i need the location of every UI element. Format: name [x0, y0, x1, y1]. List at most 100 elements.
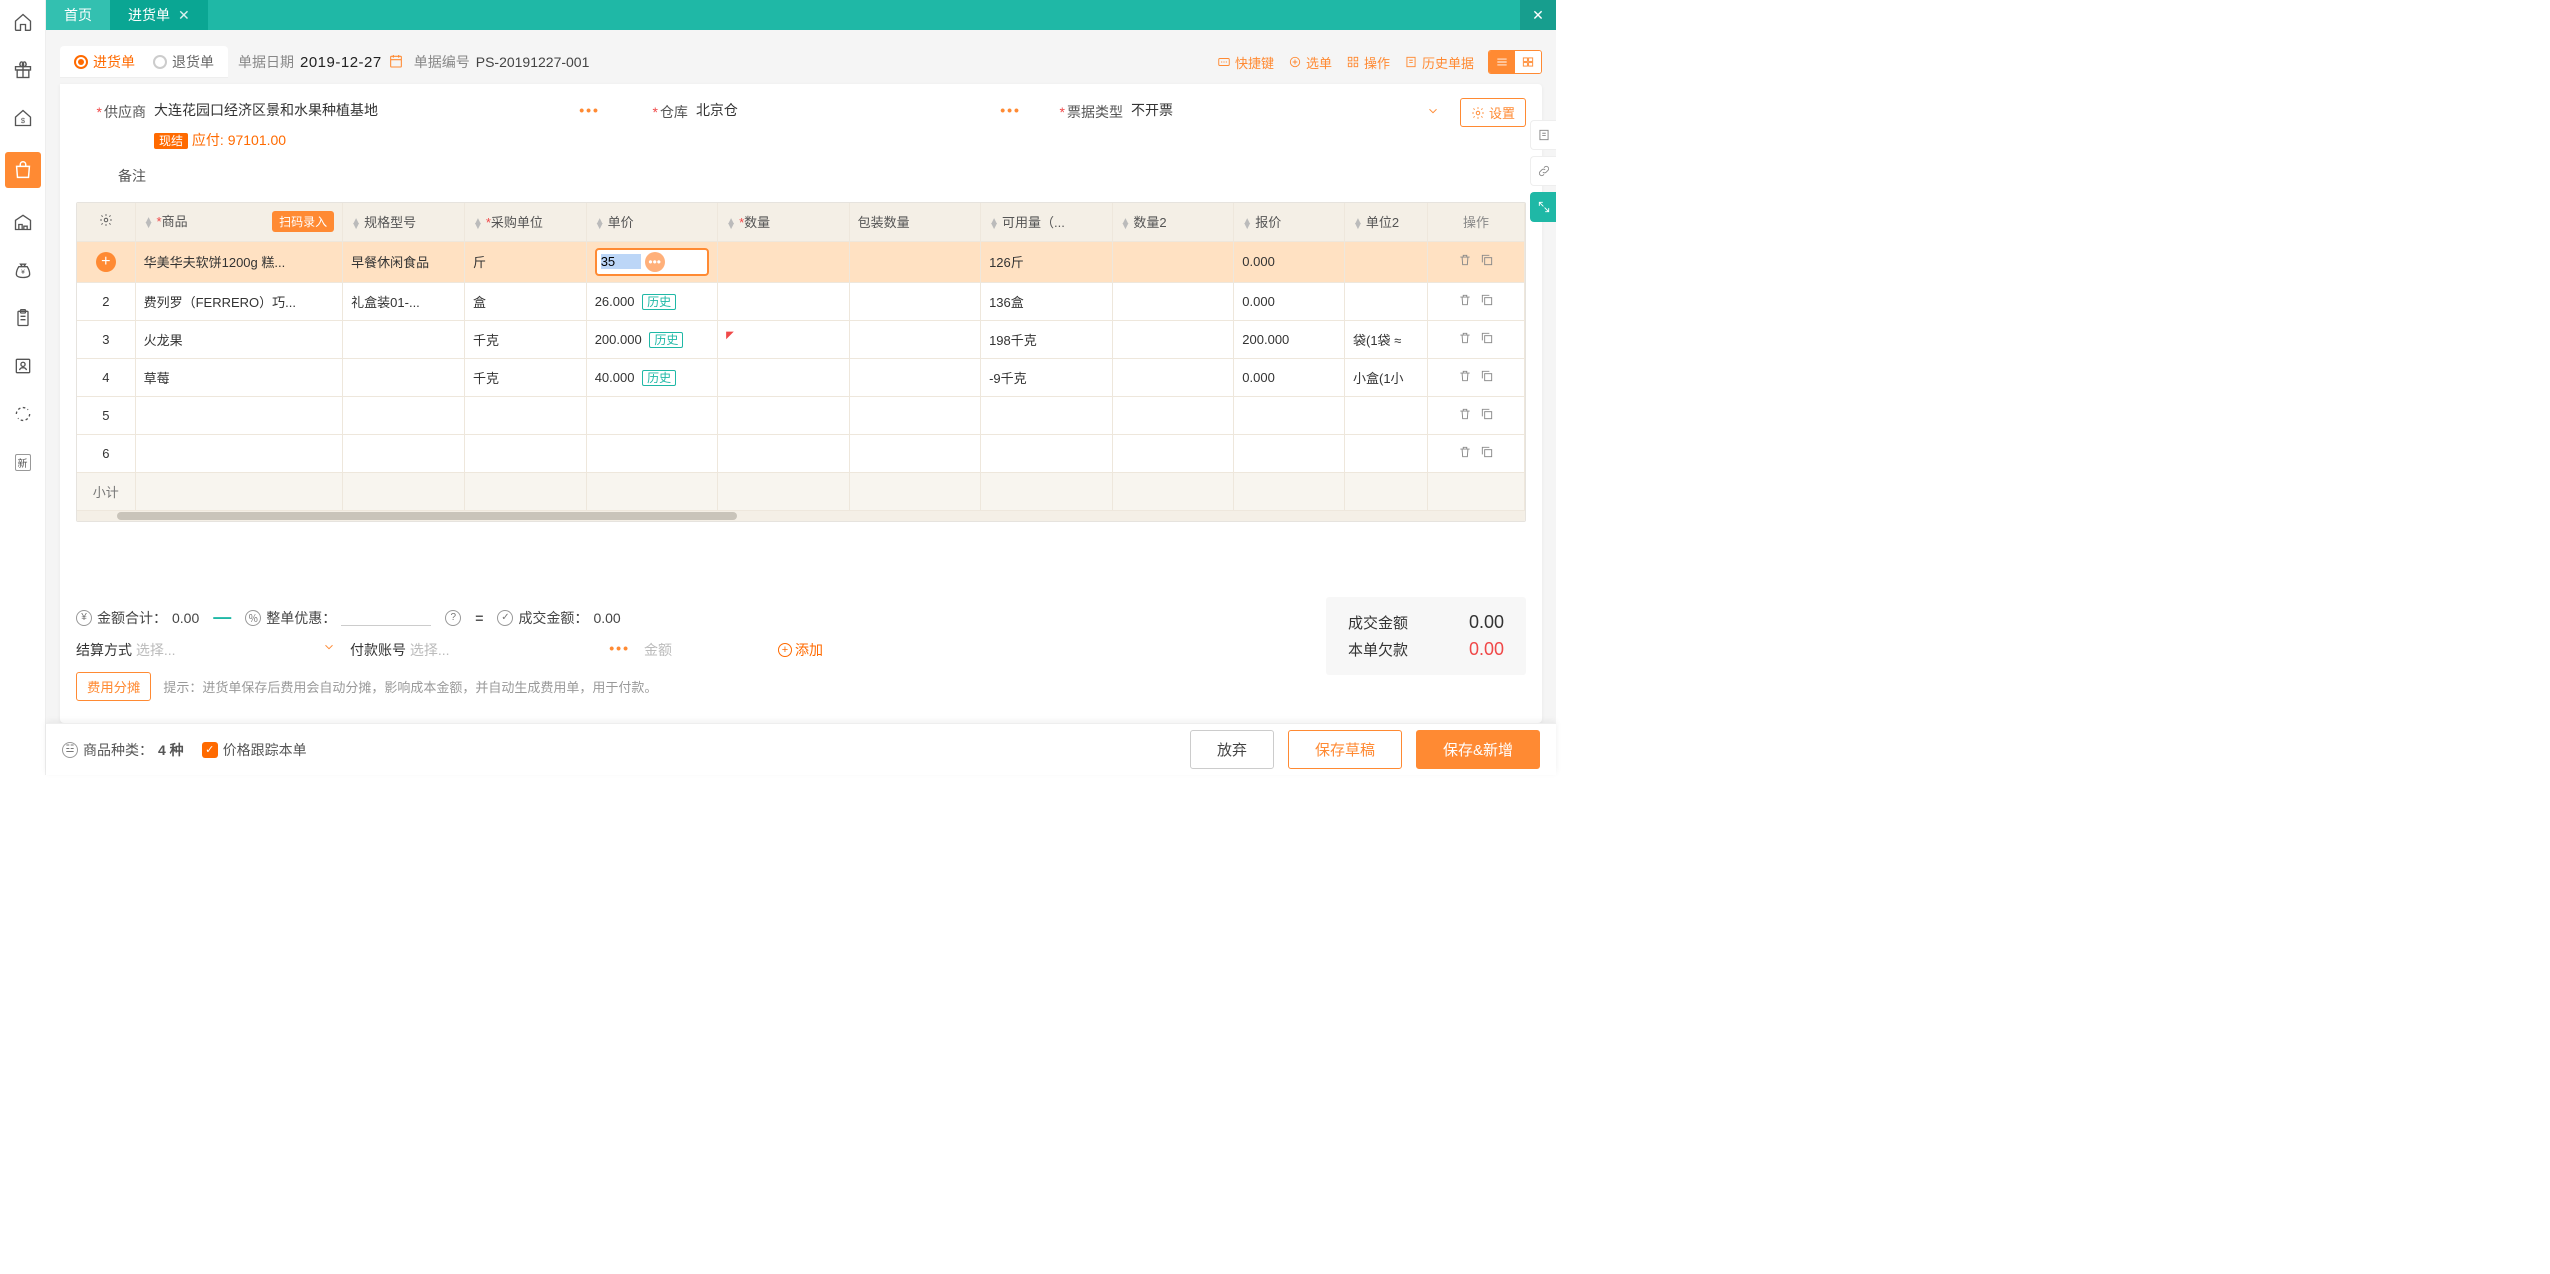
- delete-row-icon[interactable]: [1458, 371, 1472, 386]
- col-product[interactable]: ▲▼*商品扫码录入: [135, 203, 343, 241]
- copy-row-icon[interactable]: [1480, 447, 1494, 462]
- table-row[interactable]: 5: [77, 396, 1525, 434]
- table-row[interactable]: 2费列罗（FERRERO）巧...礼盒装01-...盒26.000 历史136盒…: [77, 282, 1525, 320]
- col-qty[interactable]: ▲▼*数量: [718, 203, 849, 241]
- horizontal-scrollbar[interactable]: [77, 511, 1525, 521]
- history-button[interactable]: 历史单据: [1404, 53, 1474, 72]
- col-unit[interactable]: ▲▼*采购单位: [464, 203, 586, 241]
- close-icon[interactable]: ✕: [178, 7, 190, 24]
- save-new-button[interactable]: 保存&新增: [1416, 730, 1540, 769]
- settings-button[interactable]: 设置: [1460, 98, 1526, 127]
- col-avail[interactable]: ▲▼可用量（...: [981, 203, 1112, 241]
- nav-warehouse-icon[interactable]: [9, 208, 37, 236]
- copy-row-icon[interactable]: [1480, 295, 1494, 310]
- nav-moneybag-icon[interactable]: ¥: [9, 256, 37, 284]
- nav-money-home-icon[interactable]: $: [9, 104, 37, 132]
- copy-row-icon[interactable]: [1480, 409, 1494, 424]
- table-header: ▲▼*商品扫码录入 ▲▼规格型号 ▲▼*采购单位 ▲▼单价 ▲▼*数量 包装数量…: [77, 203, 1525, 241]
- tab-purchase-order[interactable]: 进货单 ✕: [110, 0, 208, 30]
- col-ops: 操作: [1428, 203, 1525, 241]
- copy-row-icon[interactable]: [1480, 371, 1494, 386]
- tab-return[interactable]: 退货单: [153, 52, 214, 72]
- fee-tip: 提示：进货单保存后费用会自动分摊，影响成本金额，并自动生成费用单，用于付款。: [163, 677, 657, 696]
- nav-clipboard-icon[interactable]: [9, 304, 37, 332]
- nav-sync-icon[interactable]: [9, 400, 37, 428]
- discount-input[interactable]: [341, 610, 431, 626]
- cash-badge: 现结: [154, 133, 188, 149]
- table-row[interactable]: 3火龙果千克200.000 历史◤198千克200.000袋(1袋 ≈: [77, 320, 1525, 358]
- delete-row-icon[interactable]: [1458, 447, 1472, 462]
- nav-home-icon[interactable]: [9, 8, 37, 36]
- col-spec[interactable]: ▲▼规格型号: [343, 203, 465, 241]
- save-draft-button[interactable]: 保存草稿: [1288, 730, 1402, 769]
- help-icon[interactable]: ?: [445, 610, 461, 626]
- view-list-icon[interactable]: [1489, 51, 1515, 73]
- nav-contacts-icon[interactable]: [9, 352, 37, 380]
- scan-button[interactable]: 扫码录入: [272, 211, 334, 232]
- delete-row-icon[interactable]: [1458, 409, 1472, 424]
- right-rail: [1530, 120, 1556, 222]
- col-quote[interactable]: ▲▼报价: [1234, 203, 1345, 241]
- price-input-wrap[interactable]: •••: [595, 248, 709, 276]
- gear-icon[interactable]: [77, 203, 135, 241]
- abandon-button[interactable]: 放弃: [1190, 730, 1274, 769]
- left-nav: $ ¥ 新: [0, 0, 46, 775]
- pay-method-select[interactable]: 选择...: [136, 642, 176, 658]
- col-unit2[interactable]: ▲▼单位2: [1344, 203, 1427, 241]
- deal-amount: ✓成交金额：0.00: [497, 608, 620, 628]
- warehouse-picker[interactable]: 北京仓 •••: [696, 98, 1021, 126]
- price-track-checkbox[interactable]: ✓价格跟踪本单: [202, 740, 307, 760]
- tab-purchase[interactable]: 进货单: [74, 52, 135, 72]
- rail-link-icon[interactable]: [1530, 156, 1556, 186]
- shortcut-button[interactable]: 快捷键: [1217, 53, 1274, 72]
- supplier-label: *供应商: [76, 98, 146, 150]
- table-row[interactable]: 4草莓千克40.000 历史-9千克0.000小盒(1小: [77, 358, 1525, 396]
- rail-note-icon[interactable]: [1530, 120, 1556, 150]
- calendar-icon[interactable]: [388, 53, 404, 72]
- more-icon[interactable]: •••: [1000, 102, 1021, 118]
- minus-icon: —: [213, 607, 231, 628]
- pay-account-select[interactable]: 选择...: [410, 642, 450, 658]
- delete-row-icon[interactable]: [1458, 333, 1472, 348]
- history-badge[interactable]: 历史: [649, 332, 683, 348]
- delete-row-icon[interactable]: [1458, 255, 1472, 270]
- more-icon[interactable]: •••: [579, 102, 600, 118]
- amount-total: ¥金额合计：0.00: [76, 608, 199, 628]
- chevron-down-icon[interactable]: [322, 640, 336, 657]
- add-row-icon[interactable]: +: [96, 252, 116, 272]
- doc-date[interactable]: 单据日期 2019-12-27: [238, 52, 404, 72]
- table-row[interactable]: 6: [77, 434, 1525, 472]
- history-badge[interactable]: 历史: [642, 370, 676, 386]
- remark-input[interactable]: [154, 162, 1526, 190]
- col-price[interactable]: ▲▼单价: [586, 203, 717, 241]
- invoice-picker[interactable]: 不开票: [1131, 98, 1442, 126]
- operations-button[interactable]: 操作: [1346, 53, 1390, 72]
- copy-row-icon[interactable]: [1480, 255, 1494, 270]
- add-payment-button[interactable]: +添加: [778, 640, 823, 660]
- more-icon[interactable]: •••: [609, 640, 630, 656]
- pick-order-button[interactable]: 选单: [1288, 53, 1332, 72]
- copy-row-icon[interactable]: [1480, 333, 1494, 348]
- col-packqty[interactable]: 包装数量: [849, 203, 980, 241]
- view-grid-icon[interactable]: [1515, 51, 1541, 73]
- history-badge[interactable]: 历史: [642, 294, 676, 310]
- pay-amount-input[interactable]: 金额: [644, 640, 764, 660]
- rail-expand-icon[interactable]: [1530, 192, 1556, 222]
- delete-row-icon[interactable]: [1458, 295, 1472, 310]
- col-qty2[interactable]: ▲▼数量2: [1112, 203, 1234, 241]
- nav-bag-icon[interactable]: [5, 152, 41, 188]
- fee-allocate-button[interactable]: 费用分摊: [76, 672, 151, 701]
- goods-kinds: ☳商品种类：4 种: [62, 740, 184, 760]
- table-row[interactable]: +华美华夫软饼1200g 糕...早餐休闲食品斤•••126斤0.000: [77, 241, 1525, 282]
- nav-new-icon[interactable]: 新: [9, 448, 37, 476]
- price-more-icon[interactable]: •••: [645, 252, 665, 272]
- warehouse-label: *仓库: [618, 98, 688, 126]
- nav-gift-icon[interactable]: [9, 56, 37, 84]
- app-close-button[interactable]: ✕: [1520, 0, 1556, 30]
- svg-text:¥: ¥: [21, 269, 25, 276]
- tab-home[interactable]: 首页: [46, 0, 110, 30]
- price-input[interactable]: [601, 254, 641, 269]
- chevron-down-icon[interactable]: [1426, 104, 1440, 121]
- footer-bar: ☳商品种类：4 种 ✓价格跟踪本单 放弃 保存草稿 保存&新增: [46, 723, 1556, 775]
- supplier-picker[interactable]: 大连花园口经济区景和水果种植基地 •••: [154, 98, 600, 126]
